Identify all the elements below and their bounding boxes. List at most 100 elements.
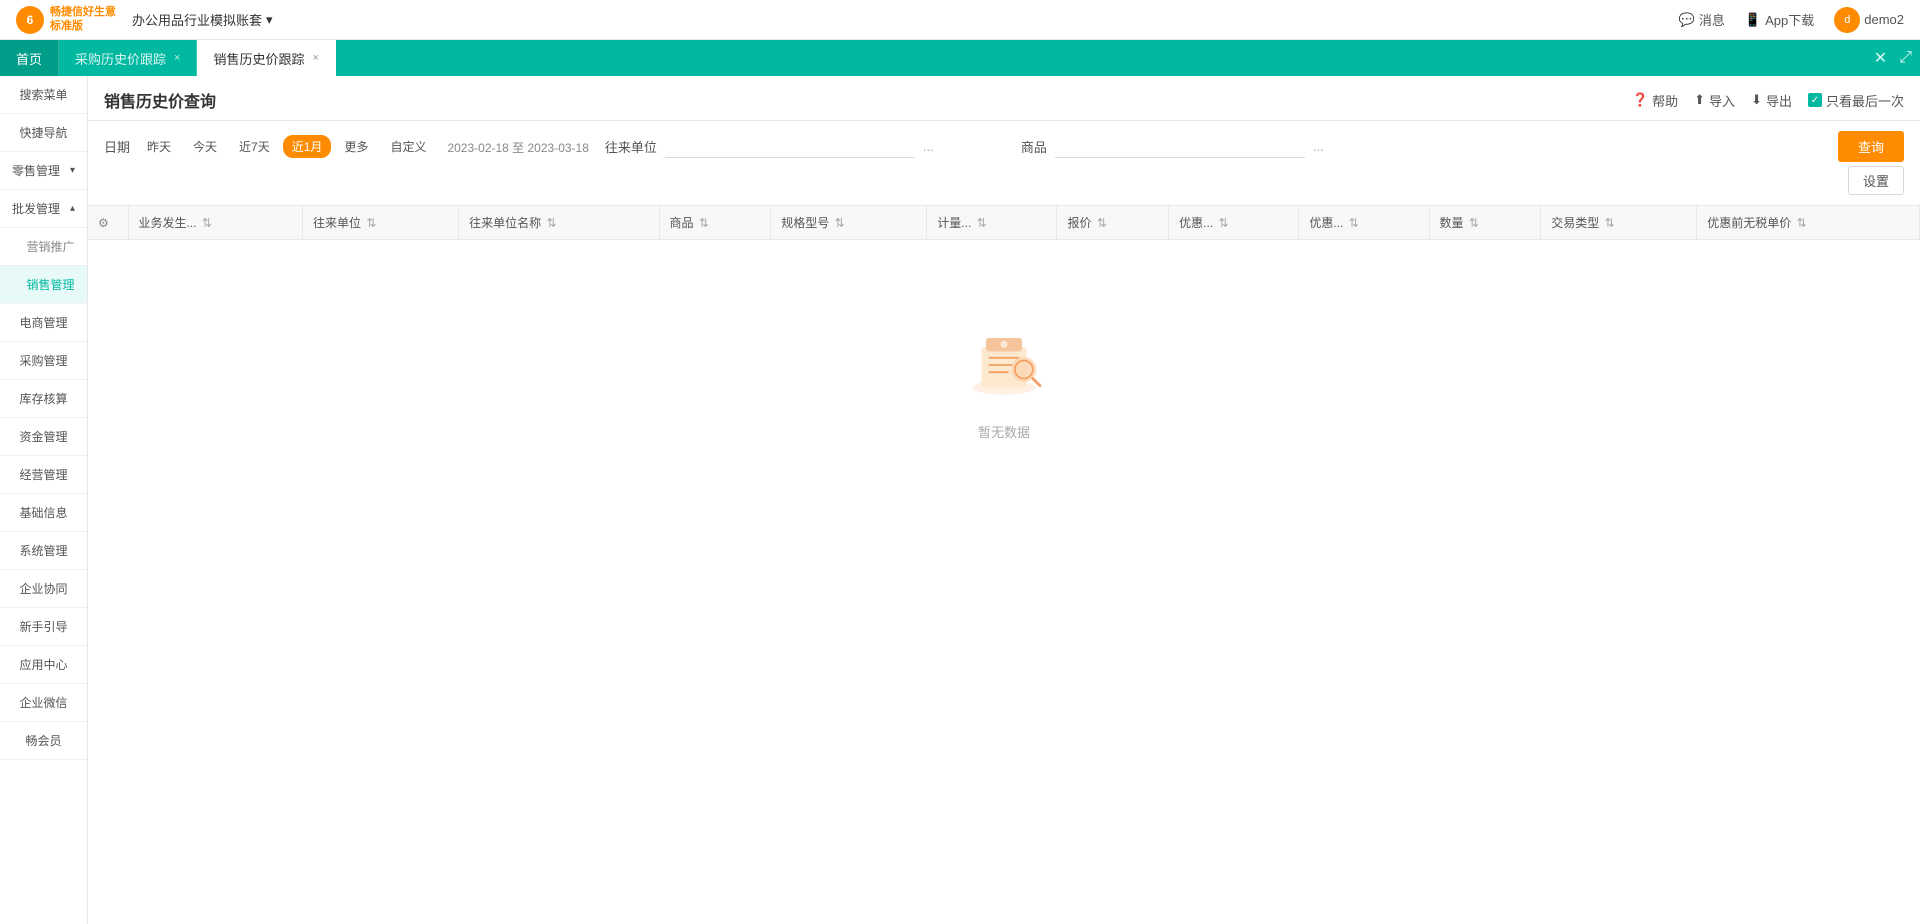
date-range-display: 2023-02-18 至 2023-03-18 [447,139,588,156]
sort-icon: ⇅ [366,216,376,230]
download-icon: 📱 [1745,12,1761,28]
goods-filter-group: 商品 ... [1021,136,1421,158]
logo-area: 6 畅捷信好生意 标准版 [16,6,116,34]
column-header-unit[interactable]: 计量... ⇅ [927,206,1057,240]
top-bar: 6 畅捷信好生意 标准版 办公用品行业模拟账套 ▾ 💬 消息 📱 App下载 d… [0,0,1920,40]
content-area: 销售历史价查询 ❓ 帮助 ⬆ 导入 ⬇ 导出 ✓ 只看最后一次 [88,76,1920,924]
page-header: 销售历史价查询 ❓ 帮助 ⬆ 导入 ⬇ 导出 ✓ 只看最后一次 [88,76,1920,121]
date-btn-more[interactable]: 更多 [335,135,377,158]
column-header-goods[interactable]: 商品 ⇅ [659,206,771,240]
sort-icon: ⇅ [699,216,709,230]
goods-picker-button[interactable]: ... [1313,139,1324,154]
chevron-down-icon: ▾ [70,165,75,176]
empty-icon [959,320,1049,410]
sort-icon: ⇅ [1469,216,1479,230]
sidebar-item-guide[interactable]: 新手引导 [0,608,87,646]
checkbox-icon: ✓ [1808,93,1822,107]
sort-icon: ⇅ [1797,216,1807,230]
sidebar-item-app-center[interactable]: 应用中心 [0,646,87,684]
partner-picker-button[interactable]: ... [923,139,934,154]
logo-text: 畅捷信好生意 标准版 [50,6,116,32]
sidebar-item-basic-info[interactable]: 基础信息 [0,494,87,532]
filter-actions: 查询 [1838,131,1904,162]
sidebar-item-member[interactable]: 畅会员 [0,722,87,760]
query-button[interactable]: 查询 [1838,131,1904,162]
column-header-discount1[interactable]: 优惠... ⇅ [1169,206,1299,240]
filter-bar: 日期 昨天 今天 近7天 近1月 更多 自定义 2023-02-18 至 202… [88,121,1920,206]
column-header-partner-name[interactable]: 往来单位名称 ⇅ [459,206,659,240]
sidebar-item-purchase-mgmt[interactable]: 采购管理 [0,342,87,380]
column-header-biz-date[interactable]: 业务发生... ⇅ [128,206,303,240]
page-actions: ❓ 帮助 ⬆ 导入 ⬇ 导出 ✓ 只看最后一次 [1632,91,1904,110]
goods-input[interactable] [1055,136,1305,158]
page-title: 销售历史价查询 [104,88,216,112]
column-header-partner-code[interactable]: 往来单位 ⇅ [303,206,459,240]
column-header-gear[interactable]: ⚙ [88,206,128,240]
tab-bar: 首页 采购历史价跟踪 × 销售历史价跟踪 × ✕ ⤢ [0,40,1920,76]
date-btn-today[interactable]: 今天 [184,135,226,158]
sidebar-item-wholesale-mgmt[interactable]: 批发管理 ▴ [0,190,87,228]
partner-input[interactable] [665,136,915,158]
logo-icon: 6 [16,6,44,34]
tab-purchase-close[interactable]: × [174,52,180,64]
sort-icon: ⇅ [835,216,845,230]
sort-icon: ⇅ [202,216,212,230]
date-btn-last7[interactable]: 近7天 [230,135,279,158]
export-button[interactable]: ⬇ 导出 [1751,91,1792,110]
sort-icon: ⇅ [546,216,556,230]
column-header-quote[interactable]: 报价 ⇅ [1057,206,1169,240]
date-buttons: 昨天 今天 近7天 近1月 更多 自定义 [138,135,435,158]
settings-button[interactable]: 设置 [1848,166,1904,195]
sidebar-item-search-menu[interactable]: 搜索菜单 [0,76,87,114]
empty-text: 暂无数据 [168,422,1840,441]
tab-home[interactable]: 首页 [0,40,59,76]
empty-state: 暂无数据 [88,240,1920,521]
account-selector[interactable]: 办公用品行业模拟账套 ▾ [124,6,281,33]
filter-row: 日期 昨天 今天 近7天 近1月 更多 自定义 2023-02-18 至 202… [104,131,1904,162]
date-btn-yesterday[interactable]: 昨天 [138,135,180,158]
sidebar-item-sales-mgmt[interactable]: 销售管理 [0,266,87,304]
window-maximize-button[interactable]: ⤢ [1899,49,1912,67]
column-header-trade-type[interactable]: 交易类型 ⇅ [1541,206,1697,240]
tab-sales-close[interactable]: × [312,52,318,64]
import-button[interactable]: ⬆ 导入 [1694,91,1735,110]
import-icon: ⬆ [1694,92,1705,108]
column-header-discount2[interactable]: 优惠... ⇅ [1299,206,1429,240]
message-button[interactable]: 💬 消息 [1679,10,1725,29]
chevron-down-icon: ▾ [266,12,273,28]
sort-icon: ⇅ [1219,216,1229,230]
tab-sales-history[interactable]: 销售历史价跟踪 × [197,40,335,76]
sidebar-item-wechat[interactable]: 企业微信 [0,684,87,722]
chevron-up-icon: ▴ [70,203,75,214]
main-layout: 搜索菜单 快捷导航 零售管理 ▾ 批发管理 ▴ 营销推广 销售管理 电商管理 采… [0,76,1920,924]
column-header-quantity[interactable]: 数量 ⇅ [1429,206,1541,240]
gear-icon[interactable]: ⚙ [98,216,109,230]
sidebar-item-retail-mgmt[interactable]: 零售管理 ▾ [0,152,87,190]
top-bar-left: 6 畅捷信好生意 标准版 办公用品行业模拟账套 ▾ [16,6,281,34]
sidebar-item-enterprise[interactable]: 企业协同 [0,570,87,608]
date-btn-last1month[interactable]: 近1月 [283,135,332,158]
sidebar-item-operations[interactable]: 经营管理 [0,456,87,494]
partner-filter-group: 往来单位 ... [605,136,1005,158]
sidebar-item-inventory[interactable]: 库存核算 [0,380,87,418]
help-button[interactable]: ❓ 帮助 [1632,91,1678,110]
only-last-checkbox[interactable]: ✓ 只看最后一次 [1808,91,1904,110]
user-profile[interactable]: d demo2 [1834,7,1904,33]
column-header-pretax-price[interactable]: 优惠前无税单价 ⇅ [1697,206,1920,240]
table-container: ⚙ 业务发生... ⇅ 往来单位 ⇅ 往来单位名称 ⇅ [88,206,1920,924]
sidebar-item-marketing[interactable]: 营销推广 [0,228,87,266]
sidebar-item-ecommerce[interactable]: 电商管理 [0,304,87,342]
column-header-spec[interactable]: 规格型号 ⇅ [771,206,927,240]
sidebar-item-quick-nav[interactable]: 快捷导航 [0,114,87,152]
data-table: ⚙ 业务发生... ⇅ 往来单位 ⇅ 往来单位名称 ⇅ [88,206,1920,240]
window-close-button[interactable]: ✕ [1874,48,1887,68]
avatar: d [1834,7,1860,33]
app-download-button[interactable]: 📱 App下载 [1745,10,1814,29]
tab-purchase-history[interactable]: 采购历史价跟踪 × [59,40,197,76]
sidebar-item-system[interactable]: 系统管理 [0,532,87,570]
date-btn-custom[interactable]: 自定义 [381,135,435,158]
sort-icon: ⇅ [1097,216,1107,230]
sidebar-item-finance[interactable]: 资金管理 [0,418,87,456]
sort-icon: ⇅ [977,216,987,230]
export-icon: ⬇ [1751,92,1762,108]
